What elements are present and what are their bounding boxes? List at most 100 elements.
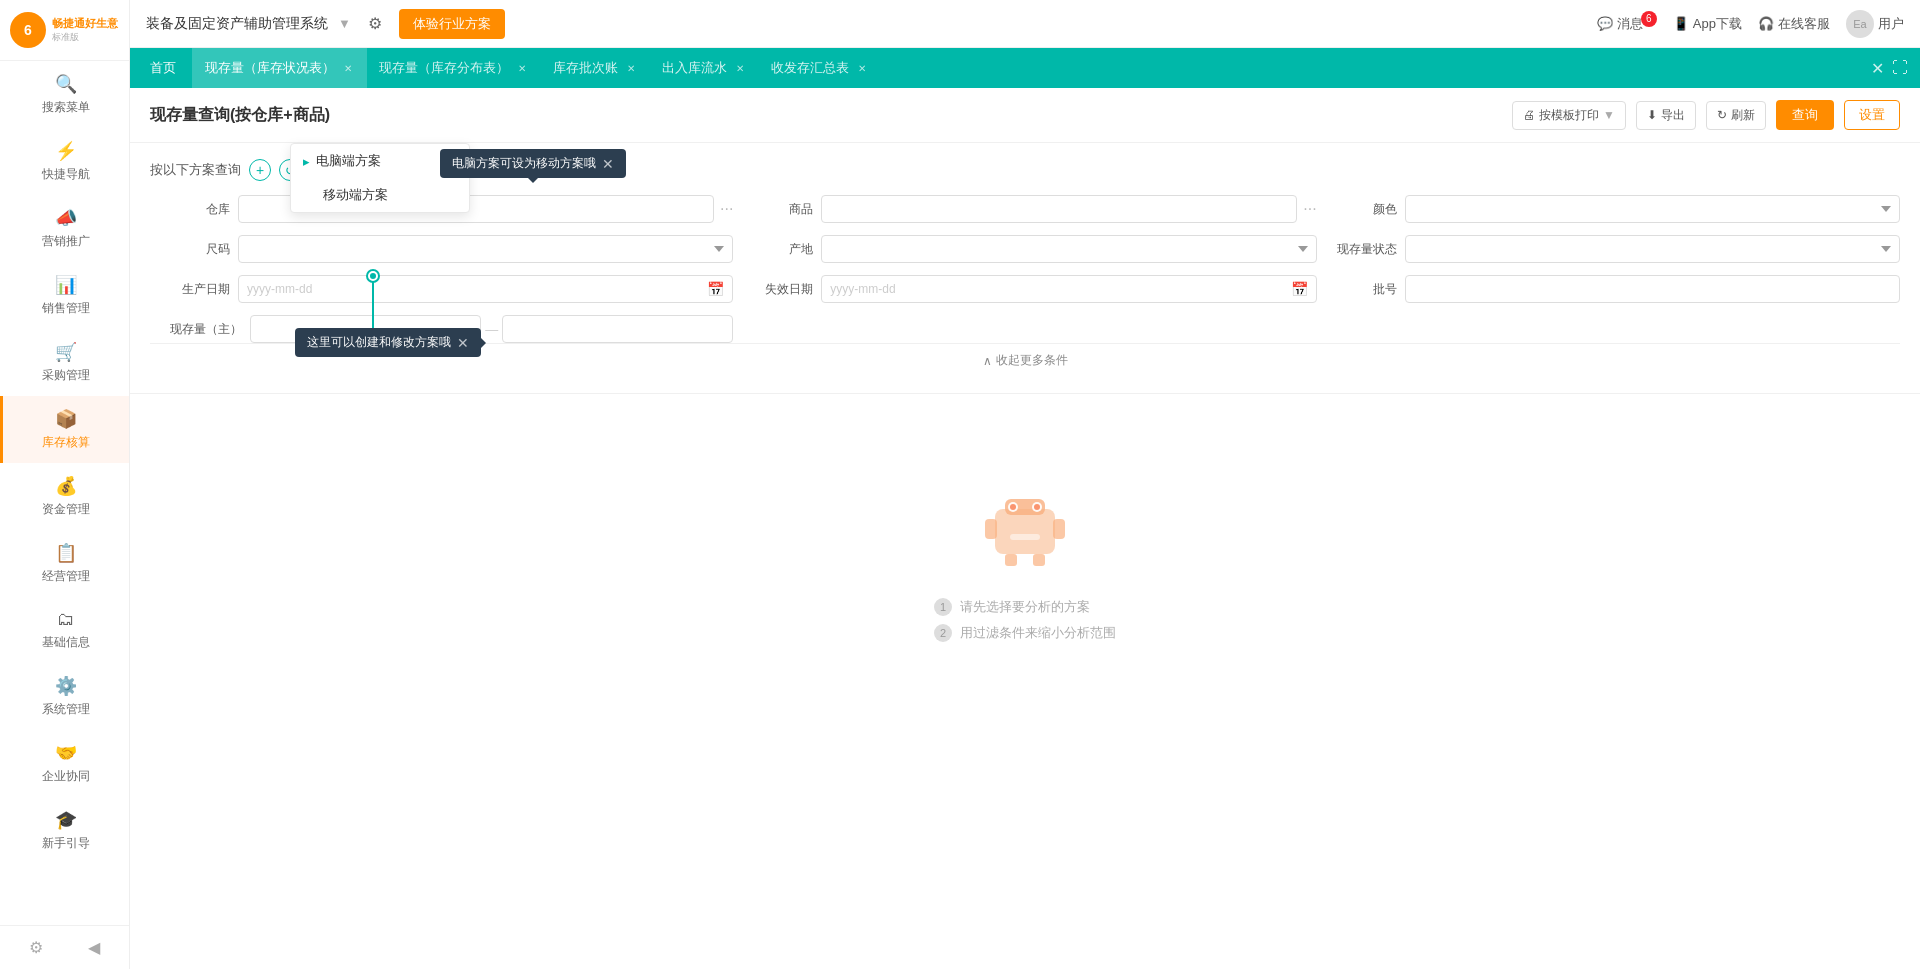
product-input[interactable] — [821, 195, 1297, 223]
marketing-icon: 📣 — [55, 207, 77, 229]
filter-grid: 仓库 ··· 商品 ··· 颜色 — [170, 195, 1900, 343]
query-button[interactable]: 查询 — [1776, 100, 1834, 130]
warehouse-label: 仓库 — [170, 201, 230, 218]
filter-row-batch: 批号 — [1337, 275, 1900, 303]
tab-close-1[interactable]: ✕ — [341, 61, 355, 75]
sidebar-item-marketing[interactable]: 📣 营销推广 — [0, 195, 129, 262]
dropdown-icon[interactable]: ▼ — [338, 16, 351, 31]
sidebar-item-guide[interactable]: 🎓 新手引导 — [0, 797, 129, 864]
page-area: 现存量查询(按仓库+商品) 🖨 按模板打印 ▼ ⬇ 导出 ↻ 刷新 — [130, 88, 1920, 969]
page-content: 现存量查询(按仓库+商品) 🖨 按模板打印 ▼ ⬇ 导出 ↻ 刷新 — [130, 88, 1920, 969]
scheme-item-mobile[interactable]: 移动端方案 — [291, 178, 469, 212]
tab-close-4[interactable]: ✕ — [733, 61, 747, 75]
quick-icon: ⚡ — [55, 140, 77, 162]
sidebar-item-search[interactable]: 🔍 搜索菜单 — [0, 61, 129, 128]
print-dropdown-icon: ▼ — [1603, 108, 1615, 122]
refresh-button[interactable]: ↻ 刷新 — [1706, 101, 1766, 130]
collapse-up-icon: ∧ — [983, 354, 992, 368]
stock-max-input[interactable] — [502, 315, 733, 343]
production-date-input[interactable]: yyyy-mm-dd 📅 — [238, 275, 733, 303]
empty-step-1: 1 请先选择要分析的方案 — [934, 594, 1116, 620]
tab-inventory-distribution[interactable]: 现存量（库存分布表） ✕ — [367, 48, 541, 88]
print-button[interactable]: 🖨 按模板打印 ▼ — [1512, 101, 1626, 130]
sidebar-item-system[interactable]: ⚙️ 系统管理 — [0, 663, 129, 730]
support-action[interactable]: 🎧 在线客服 — [1758, 15, 1830, 33]
expiry-date-input[interactable]: yyyy-mm-dd 📅 — [821, 275, 1316, 303]
sidebar-item-finance[interactable]: 💰 资金管理 — [0, 463, 129, 530]
tab-home[interactable]: 首页 — [134, 48, 193, 88]
tab-batch-account[interactable]: 库存批次账 ✕ — [541, 48, 650, 88]
top-header: 装备及固定资产辅助管理系统 ▼ ⚙ 体验行业方案 💬 消息 6 📱 App下载 … — [130, 0, 1920, 48]
svg-rect-12 — [1033, 554, 1045, 566]
tab-close-3[interactable]: ✕ — [624, 61, 638, 75]
basic-icon: 🗂 — [57, 609, 75, 630]
headset-icon: 🎧 — [1758, 16, 1774, 31]
expiry-date-label: 失效日期 — [753, 281, 813, 298]
tooltip-create-close[interactable]: ✕ — [457, 335, 469, 351]
export-button[interactable]: ⬇ 导出 — [1636, 101, 1696, 130]
filter-row-production-date: 生产日期 yyyy-mm-dd 📅 — [170, 275, 733, 303]
tab-receipt-summary[interactable]: 收发存汇总表 ✕ — [759, 48, 881, 88]
product-dots[interactable]: ··· — [1303, 200, 1316, 218]
page-actions: 🖨 按模板打印 ▼ ⬇ 导出 ↻ 刷新 查询 设置 — [1512, 100, 1900, 130]
tab-inventory-status[interactable]: 现存量（库存状况表） ✕ — [193, 48, 367, 88]
message-action[interactable]: 💬 消息 6 — [1597, 15, 1657, 33]
header-left: 装备及固定资产辅助管理系统 ▼ ⚙ 体验行业方案 — [146, 9, 505, 39]
sidebar-item-operations[interactable]: 📋 经营管理 — [0, 530, 129, 597]
tab-close-2[interactable]: ✕ — [515, 61, 529, 75]
empty-state: 1 请先选择要分析的方案 2 用过滤条件来缩小分析范围 — [130, 394, 1920, 726]
tooltip-desktop-close[interactable]: ✕ — [602, 156, 614, 172]
search-icon: 🔍 — [55, 73, 77, 95]
user-action[interactable]: Ea 用户 — [1846, 10, 1904, 38]
tab-bar: 首页 现存量（库存状况表） ✕ 现存量（库存分布表） ✕ 库存批次账 ✕ 出入库… — [130, 48, 1920, 88]
tooltip-create-scheme: 这里可以创建和修改方案哦 ✕ — [295, 328, 481, 357]
filter-row-product: 商品 ··· — [753, 195, 1316, 223]
empty-step-2: 2 用过滤条件来缩小分析范围 — [934, 620, 1116, 646]
color-select[interactable] — [1405, 195, 1900, 223]
page-title: 现存量查询(按仓库+商品) — [150, 105, 330, 126]
production-date-calendar-icon[interactable]: 📅 — [707, 281, 724, 297]
tab-in-out-flow[interactable]: 出入库流水 ✕ — [650, 48, 759, 88]
tab-close-all-icon[interactable]: ✕ — [1871, 59, 1884, 78]
filter-add-button[interactable]: + — [249, 159, 271, 181]
svg-rect-8 — [1010, 534, 1040, 540]
origin-label: 产地 — [753, 241, 813, 258]
logo-text: 畅捷通好生意 — [52, 16, 118, 30]
tab-close-5[interactable]: ✕ — [855, 61, 869, 75]
origin-select[interactable] — [821, 235, 1316, 263]
collapse-sidebar-icon[interactable]: ◀ — [88, 938, 100, 957]
expiry-date-calendar-icon[interactable]: 📅 — [1291, 281, 1308, 297]
warehouse-dots[interactable]: ··· — [720, 200, 733, 218]
dot-indicator — [368, 271, 378, 331]
stock-main-label: 现存量（主） — [170, 321, 242, 338]
main-area: 装备及固定资产辅助管理系统 ▼ ⚙ 体验行业方案 💬 消息 6 📱 App下载 … — [130, 0, 1920, 969]
sidebar-item-inventory[interactable]: 📦 库存核算 — [0, 396, 129, 463]
batch-input[interactable] — [1405, 275, 1900, 303]
svg-rect-9 — [985, 519, 997, 539]
gear-settings-button[interactable]: ⚙ — [361, 10, 389, 38]
step-num-1: 1 — [934, 598, 952, 616]
size-label: 尺码 — [170, 241, 230, 258]
sidebar-item-sales[interactable]: 📊 销售管理 — [0, 262, 129, 329]
sidebar-item-purchase[interactable]: 🛒 采购管理 — [0, 329, 129, 396]
stock-status-select[interactable] — [1405, 235, 1900, 263]
experience-button[interactable]: 体验行业方案 — [399, 9, 505, 39]
logo-icon: 6 — [10, 12, 46, 48]
message-badge: 6 — [1641, 11, 1657, 27]
scheme-active-dot: ▸ — [303, 154, 310, 169]
svg-rect-2 — [995, 509, 1055, 554]
sidebar-bottom: ⚙ ◀ — [0, 925, 129, 969]
operations-icon: 📋 — [55, 542, 77, 564]
tab-fullscreen-icon[interactable]: ⛶ — [1892, 59, 1908, 77]
sidebar-item-enterprise[interactable]: 🤝 企业协同 — [0, 730, 129, 797]
settings-bottom-icon[interactable]: ⚙ — [29, 938, 43, 957]
sidebar-item-basic[interactable]: 🗂 基础信息 — [0, 597, 129, 663]
header-right: 💬 消息 6 📱 App下载 🎧 在线客服 Ea 用户 — [1597, 10, 1904, 38]
sidebar-item-quick[interactable]: ⚡ 快捷导航 — [0, 128, 129, 195]
size-select[interactable] — [238, 235, 733, 263]
filter-header: 按以下方案查询 + ↺ « ▸ 电脑端方案 移动端方案 — [150, 159, 1900, 181]
reset-button[interactable]: 设置 — [1844, 100, 1900, 130]
app-download-action[interactable]: 📱 App下载 — [1673, 15, 1742, 33]
tab-bar-actions: ✕ ⛶ — [1871, 59, 1916, 78]
filter-row-origin: 产地 — [753, 235, 1316, 263]
